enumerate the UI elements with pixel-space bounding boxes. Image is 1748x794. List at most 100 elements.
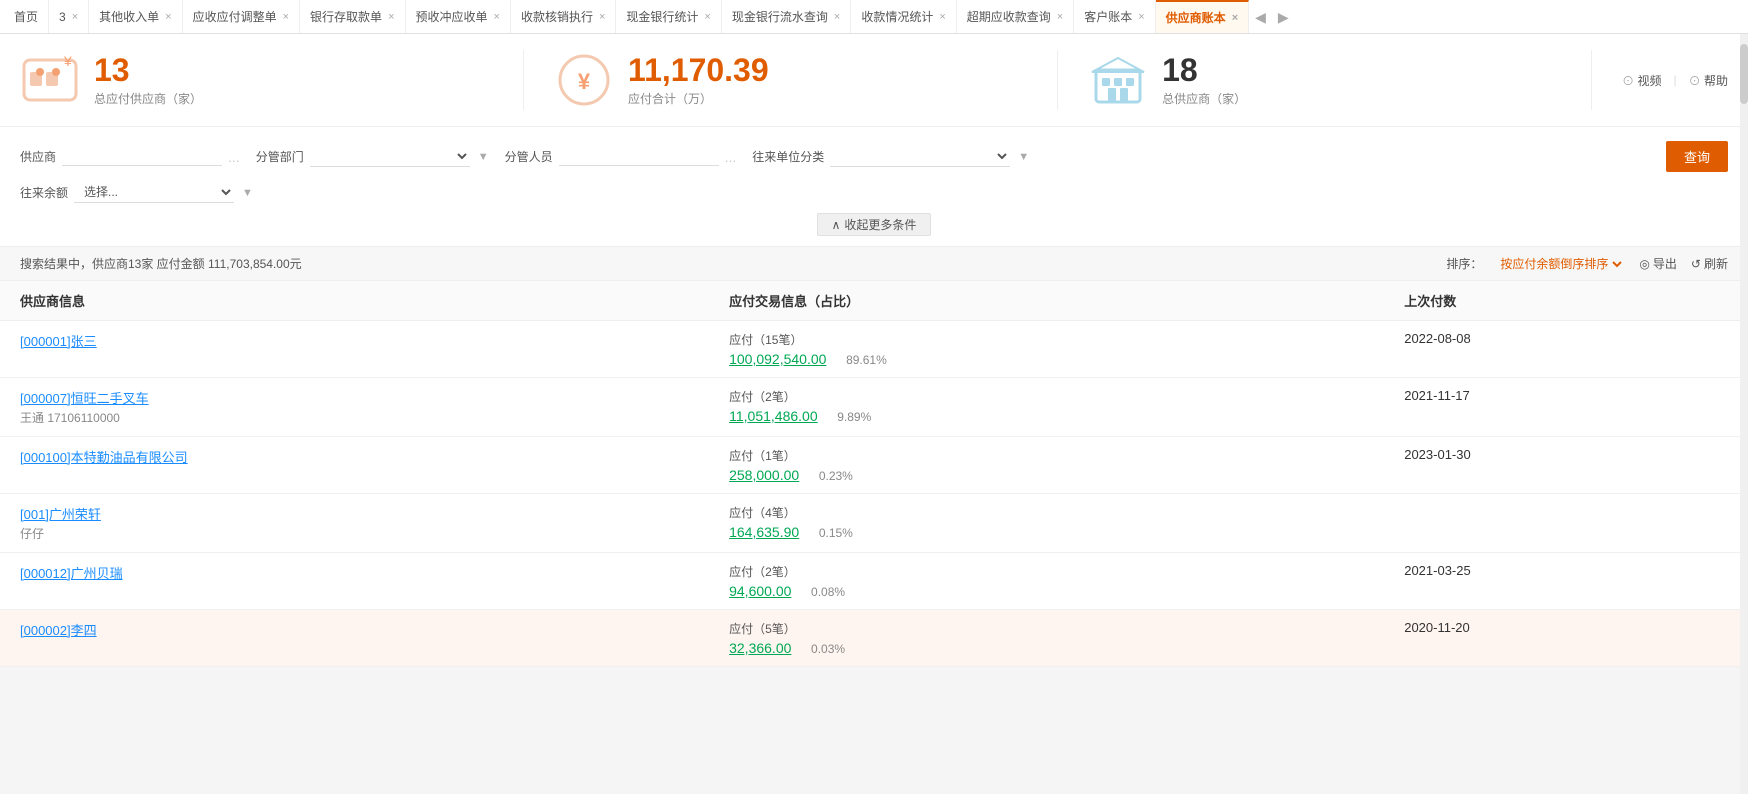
supplier-link[interactable]: [000012]广州贝瑞 xyxy=(20,566,123,581)
filter-supplier: 供应商 ... xyxy=(20,147,240,166)
filter-person-dots[interactable]: ... xyxy=(725,149,737,165)
sort-select[interactable]: 按应付余额倒序排序 xyxy=(1496,256,1625,272)
filter-supplier-dots[interactable]: ... xyxy=(228,149,240,165)
nav-tab-supplier-account-close[interactable]: × xyxy=(1232,12,1238,24)
nav-tab-cash-bank-stat-close[interactable]: × xyxy=(704,11,710,23)
summary-card-ap-total-text: 11,170.39 应付合计（万） xyxy=(628,54,769,107)
nav-tab-home[interactable]: 首页 xyxy=(4,0,49,34)
export-button[interactable]: ◎ 导出 xyxy=(1639,255,1677,272)
table-header: 供应商信息 应付交易信息（占比） 上次付数 xyxy=(0,281,1748,321)
supplier-link[interactable]: [000002]李四 xyxy=(20,623,97,638)
supplier-sub: 王通 17106110000 xyxy=(20,409,689,426)
nav-tab-overdue-query[interactable]: 超期应收款查询 × xyxy=(957,0,1074,34)
amount-link[interactable]: 100,092,540.00 xyxy=(729,351,826,367)
nav-tab-customer-account-close[interactable]: × xyxy=(1138,11,1144,23)
query-button[interactable]: 查询 xyxy=(1666,141,1728,172)
nav-tab-cash-bank-flow-close[interactable]: × xyxy=(834,11,840,23)
nav-tab-receipt-verify-close[interactable]: × xyxy=(599,11,605,23)
nav-tab-cash-bank-flow-label: 现金银行流水查询 xyxy=(732,8,828,25)
last-payment-cell xyxy=(1384,494,1748,553)
sort-label: 排序： xyxy=(1446,255,1482,272)
total-suppliers-label: 总供应商（家） xyxy=(1162,90,1246,107)
nav-tab-advance-charge-label: 预收冲应收单 xyxy=(416,8,488,25)
summary-card-ap-total: ¥ 11,170.39 应付合计（万） xyxy=(554,50,1058,110)
supplier-link[interactable]: [001]广州荣轩 xyxy=(20,507,101,522)
filter-dept-select[interactable] xyxy=(310,146,470,167)
supplier-link[interactable]: [000001]张三 xyxy=(20,334,97,349)
video-link[interactable]: ⊙ 视频 xyxy=(1622,72,1661,89)
nav-tab-ap-adjust-close[interactable]: × xyxy=(283,11,289,23)
nav-tab-other-income[interactable]: 其他收入单 × xyxy=(89,0,182,34)
ap-transaction-cell: 应付（15笔） 100,092,540.00 89.61% xyxy=(709,321,1384,378)
nav-tab-cash-bank-stat[interactable]: 现金银行统计 × xyxy=(616,0,721,34)
nav-tab-supplier-account[interactable]: 供应商账本 × xyxy=(1156,0,1249,34)
amount-row: 94,600.00 0.08% xyxy=(729,583,1364,599)
amount-pct: 0.03% xyxy=(811,642,845,656)
amount-pct: 89.61% xyxy=(846,353,887,367)
nav-tab-receipt-stat-close[interactable]: × xyxy=(939,11,945,23)
ap-transaction-cell: 应付（2笔） 94,600.00 0.08% xyxy=(709,553,1384,610)
export-icon: ◎ xyxy=(1639,257,1649,271)
ap-transaction-cell: 应付（4笔） 164,635.90 0.15% xyxy=(709,494,1384,553)
nav-tab-advance-charge[interactable]: 预收冲应收单 × xyxy=(406,0,511,34)
filter-supplier-input[interactable] xyxy=(62,147,222,166)
amount-link[interactable]: 32,366.00 xyxy=(729,640,791,656)
nav-tab-advance-charge-close[interactable]: × xyxy=(494,11,500,23)
amount-pct: 0.23% xyxy=(819,469,853,483)
amount-label: 应付（5笔） xyxy=(729,620,1364,637)
nav-tab-receipt-stat[interactable]: 收款情况统计 × xyxy=(851,0,956,34)
nav-tab-cash-bank-stat-label: 现金银行统计 xyxy=(626,8,698,25)
nav-tab-ap-adjust-label: 应收应付调整单 xyxy=(193,8,277,25)
filter-balance-chevron[interactable]: ▼ xyxy=(242,187,253,199)
amount-link[interactable]: 164,635.90 xyxy=(729,524,799,540)
nav-tab-3-close[interactable]: × xyxy=(72,11,78,23)
header-actions: ⊙ 视频 | ⊙ 帮助 xyxy=(1622,72,1728,89)
nav-tab-bank-deposit[interactable]: 银行存取款单 × xyxy=(300,0,405,34)
amount-link[interactable]: 11,051,486.00 xyxy=(729,408,818,424)
help-circle-icon: ⊙ xyxy=(1689,74,1701,88)
ap-transaction-cell: 应付（1笔） 258,000.00 0.23% xyxy=(709,437,1384,494)
collapse-button[interactable]: ∧ 收起更多条件 xyxy=(817,213,932,236)
nav-tab-receipt-verify[interactable]: 收款核销执行 × xyxy=(511,0,616,34)
nav-tab-cash-bank-flow[interactable]: 现金银行流水查询 × xyxy=(722,0,851,34)
nav-tab-other-income-close[interactable]: × xyxy=(165,11,171,23)
amount-link[interactable]: 258,000.00 xyxy=(729,467,799,483)
result-text: 搜索结果中，供应商13家 应付金额 111,703,854.00元 xyxy=(20,255,302,272)
last-payment-cell: 2021-11-17 xyxy=(1384,378,1748,437)
supplier-info-cell: [001]广州荣轩仔仔 xyxy=(0,494,709,553)
nav-prev-arrow[interactable]: ◀ xyxy=(1249,0,1272,34)
supplier-info-cell: [000001]张三 xyxy=(0,321,709,378)
nav-next-arrow[interactable]: ▶ xyxy=(1272,0,1295,34)
nav-tab-bank-deposit-close[interactable]: × xyxy=(388,11,394,23)
refresh-button[interactable]: ↺ 刷新 xyxy=(1691,255,1728,272)
payable-suppliers-icon: ¥ xyxy=(20,50,80,110)
nav-tab-ap-adjust[interactable]: 应收应付调整单 × xyxy=(183,0,300,34)
export-label: 导出 xyxy=(1653,255,1677,272)
top-nav: 首页 3 × 其他收入单 × 应收应付调整单 × 银行存取款单 × 预收冲应收单… xyxy=(0,0,1748,34)
scrollbar-thumb[interactable] xyxy=(1740,44,1748,104)
table-row: [000002]李四应付（5笔） 32,366.00 0.03% 2020-11… xyxy=(0,610,1748,667)
supplier-link[interactable]: [000007]恒旺二手叉车 xyxy=(20,391,149,406)
col-ap-transaction: 应付交易信息（占比） xyxy=(709,281,1384,321)
filter-category-select[interactable] xyxy=(830,146,1010,167)
amount-row: 164,635.90 0.15% xyxy=(729,524,1364,540)
nav-tab-overdue-query-close[interactable]: × xyxy=(1057,11,1063,23)
amount-link[interactable]: 94,600.00 xyxy=(729,583,791,599)
nav-tab-bank-deposit-label: 银行存取款单 xyxy=(310,8,382,25)
amount-row: 32,366.00 0.03% xyxy=(729,640,1364,656)
filter-category-chevron[interactable]: ▼ xyxy=(1018,151,1029,163)
supplier-link[interactable]: [000100]本特勤油品有限公司 xyxy=(20,450,188,465)
nav-tab-customer-account[interactable]: 客户账本 × xyxy=(1074,0,1155,34)
collapse-icon: ∧ xyxy=(832,218,841,232)
supplier-info-cell: [000100]本特勤油品有限公司 xyxy=(0,437,709,494)
supplier-info-cell: [000012]广州贝瑞 xyxy=(0,553,709,610)
filter-person-input[interactable] xyxy=(559,147,719,166)
nav-tab-home-label: 首页 xyxy=(14,8,38,25)
filter-balance-select[interactable]: 选择... xyxy=(74,182,234,203)
last-payment-cell: 2021-03-25 xyxy=(1384,553,1748,610)
scrollbar-track[interactable] xyxy=(1740,34,1748,794)
filter-dept-chevron[interactable]: ▼ xyxy=(478,151,489,163)
help-link[interactable]: ⊙ 帮助 xyxy=(1689,72,1728,89)
filter-dept-label: 分管部门 xyxy=(256,148,304,165)
nav-tab-3[interactable]: 3 × xyxy=(49,0,89,34)
